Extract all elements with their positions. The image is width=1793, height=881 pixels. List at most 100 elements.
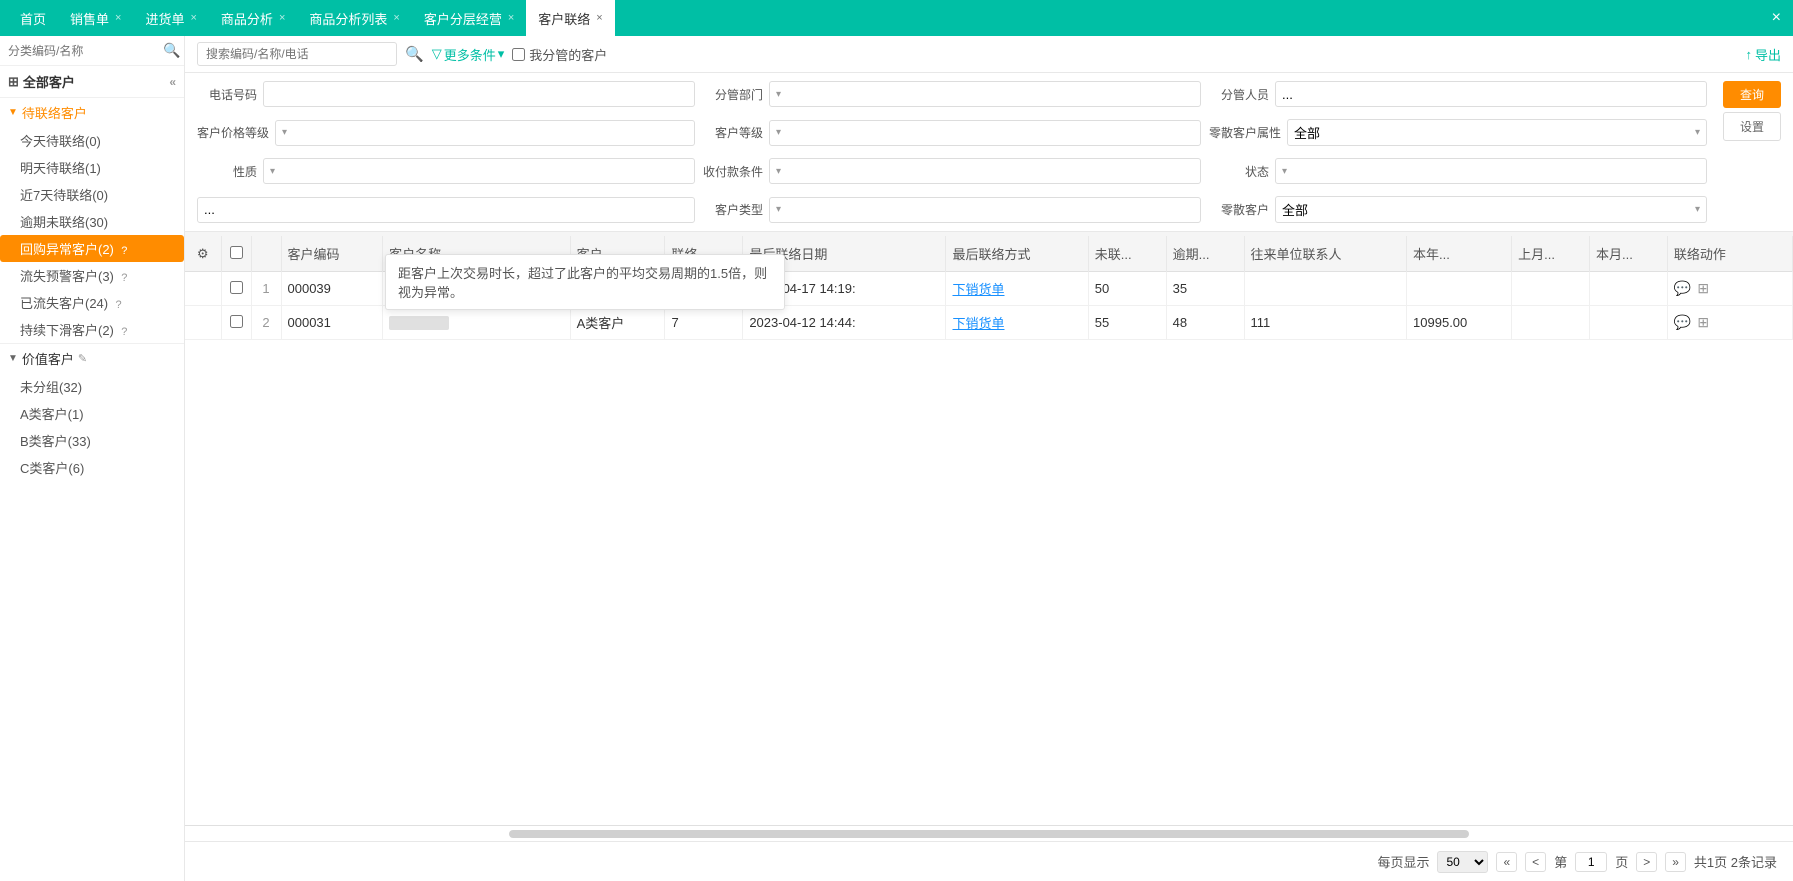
row1-more-icon[interactable]: ⊞	[1697, 280, 1709, 297]
sidebar-item-ungrouped[interactable]: 未分组(32)	[0, 373, 184, 400]
sidebar-item-churned[interactable]: 已流失客户(24) ?	[0, 289, 184, 316]
sidebar-item-a-class[interactable]: A类客户(1)	[0, 400, 184, 427]
dept-input[interactable]: ▾	[769, 81, 1201, 107]
filter-search-button[interactable]: 🔍	[405, 45, 424, 63]
nav-customer-contact[interactable]: 客户联络 ×	[526, 0, 614, 36]
sidebar-pending-group[interactable]: ▼ 待联络客户	[0, 98, 184, 127]
tooltip-box: 距客户上次交易时长，超过了此客户的平均交易周期的1.5倍，则视为异常。	[385, 254, 785, 310]
horizontal-scrollbar[interactable]	[185, 825, 1793, 841]
price-level-input[interactable]: ▾	[275, 120, 695, 146]
row2-last-method-cell[interactable]: 下销货单	[946, 306, 1088, 340]
col-last-method[interactable]: 最后联络方式	[946, 236, 1088, 272]
filter-row-2: 客户价格等级 ▾ 客户等级 ▾ 零散客户属性	[197, 119, 1707, 146]
sidebar-item-overdue[interactable]: 逾期未联络(30)	[0, 208, 184, 235]
close-customer-contact-tab[interactable]: ×	[596, 12, 602, 24]
customer-level-input[interactable]: ▾	[769, 120, 1201, 146]
payment-input[interactable]: ▾	[769, 158, 1201, 184]
manager-input[interactable]: ...	[1275, 81, 1707, 107]
close-product-analysis-tab[interactable]: ×	[279, 12, 285, 24]
page-label2: 页	[1615, 852, 1628, 871]
query-button[interactable]: 查询	[1723, 81, 1781, 108]
nature-input[interactable]: ▾	[263, 158, 695, 184]
status-input[interactable]: ▾	[1275, 158, 1707, 184]
next-page-button[interactable]: >	[1636, 852, 1657, 872]
payment-label: 收付款条件	[703, 163, 763, 180]
status-caret: ▾	[1282, 166, 1287, 177]
settings-button[interactable]: 设置	[1723, 112, 1781, 141]
close-product-list-tab[interactable]: ×	[393, 12, 399, 24]
row2-checkbox-cell[interactable]	[221, 306, 251, 340]
status-label: 状态	[1209, 163, 1269, 180]
row1-checkbox[interactable]	[230, 281, 243, 294]
sidebar-item-c-class[interactable]: C类客户(6)	[0, 454, 184, 481]
select-all-checkbox[interactable]	[230, 246, 243, 259]
prev-page-button[interactable]: <	[1525, 852, 1546, 872]
nav-product-list[interactable]: 商品分析列表 ×	[297, 0, 411, 36]
col-this-year[interactable]: 本年...	[1407, 236, 1512, 272]
nav-home[interactable]: 首页	[8, 0, 58, 36]
my-customers-filter[interactable]: 我分管的客户	[512, 45, 607, 64]
row2-this-month-cell	[1590, 306, 1668, 340]
sidebar-collapse-btn[interactable]: «	[169, 75, 176, 89]
customer-table-wrapper[interactable]: ⚙ 客户编码 客户名称 客户... 联络...	[185, 236, 1793, 825]
page-number-input[interactable]	[1575, 852, 1607, 872]
grid-icon: ⊞	[8, 74, 19, 90]
col-contacts[interactable]: 往来单位联系人	[1244, 236, 1407, 272]
row2-chat-icon[interactable]: 💬	[1674, 314, 1691, 331]
retail-customer-input[interactable]: 全部 ▾	[1275, 196, 1707, 223]
value-group-edit-icon[interactable]: ✎	[78, 352, 87, 365]
col-last-month[interactable]: 上月...	[1512, 236, 1590, 272]
row1-last-month-cell	[1512, 272, 1590, 306]
nav-sales[interactable]: 销售单 ×	[58, 0, 133, 36]
content-area: 🔍 ▽ 更多条件 ▾ 我分管的客户 ↑ 导出	[185, 36, 1793, 881]
sidebar-item-churn-warning[interactable]: 流失预警客户(3) ?	[0, 262, 184, 289]
extra-input[interactable]: ...	[197, 197, 695, 223]
search-input[interactable]	[197, 42, 397, 66]
last-page-button[interactable]: »	[1665, 852, 1686, 872]
nav-product-analysis[interactable]: 商品分析 ×	[209, 0, 297, 36]
first-page-button[interactable]: «	[1496, 852, 1517, 872]
sidebar-item-7days[interactable]: 近7天待联络(0)	[0, 181, 184, 208]
close-purchase-tab[interactable]: ×	[190, 12, 196, 24]
row1-last-method-cell[interactable]: 下销货单	[946, 272, 1088, 306]
col-overdue[interactable]: 逾期...	[1166, 236, 1244, 272]
retail-attr-input[interactable]: 全部 ▾	[1287, 119, 1707, 146]
nature-caret: ▾	[270, 166, 275, 177]
my-customers-checkbox[interactable]	[512, 48, 525, 61]
col-action[interactable]: 联络动作	[1667, 236, 1792, 272]
sidebar-item-b-class[interactable]: B类客户(33)	[0, 427, 184, 454]
col-settings[interactable]: ⚙	[185, 236, 221, 272]
nav-customer-layers[interactable]: 客户分层经营 ×	[412, 0, 526, 36]
col-checkbox[interactable]	[221, 236, 251, 272]
sidebar-value-group[interactable]: ▼ 价值客户 ✎	[0, 343, 184, 373]
sidebar-search-input[interactable]	[8, 44, 163, 58]
sidebar-all-customers[interactable]: ⊞ 全部客户 «	[0, 66, 184, 98]
sidebar-item-tomorrow[interactable]: 明天待联络(1)	[0, 154, 184, 181]
row2-settings-cell	[185, 306, 221, 340]
row1-last-method-link[interactable]: 下销货单	[952, 282, 1004, 297]
close-all-tabs[interactable]: ×	[1772, 9, 1781, 27]
per-page-select[interactable]: 50 20 100	[1437, 851, 1488, 873]
phone-label: 电话号码	[197, 86, 257, 103]
close-customer-layers-tab[interactable]: ×	[508, 12, 514, 24]
nav-purchase[interactable]: 进货单 ×	[133, 0, 208, 36]
phone-input[interactable]	[263, 81, 695, 107]
sidebar-item-declining[interactable]: 持续下滑客户(2) ?	[0, 316, 184, 343]
col-uncontacted[interactable]: 未联...	[1088, 236, 1166, 272]
col-code[interactable]: 客户编码	[281, 236, 383, 272]
sidebar-item-repurchase-abnormal[interactable]: 回购异常客户(2) ?	[0, 235, 184, 262]
row2-checkbox[interactable]	[230, 315, 243, 328]
col-this-month[interactable]: 本月...	[1590, 236, 1668, 272]
status-field: 状态 ▾	[1209, 158, 1707, 184]
row1-checkbox-cell[interactable]	[221, 272, 251, 306]
row2-more-icon[interactable]: ⊞	[1697, 314, 1709, 331]
customer-type-input[interactable]: ▾	[769, 197, 1201, 223]
more-conditions-toggle[interactable]: ▽ 更多条件 ▾	[432, 45, 505, 64]
export-button[interactable]: ↑ 导出	[1745, 45, 1781, 64]
row1-chat-icon[interactable]: 💬	[1674, 280, 1691, 297]
close-sales-tab[interactable]: ×	[115, 12, 121, 24]
total-records-label: 共1页 2条记录	[1694, 852, 1777, 871]
sidebar-item-today[interactable]: 今天待联络(0)	[0, 127, 184, 154]
row2-last-method-link[interactable]: 下销货单	[952, 316, 1004, 331]
scrollbar-thumb[interactable]	[509, 830, 1469, 838]
